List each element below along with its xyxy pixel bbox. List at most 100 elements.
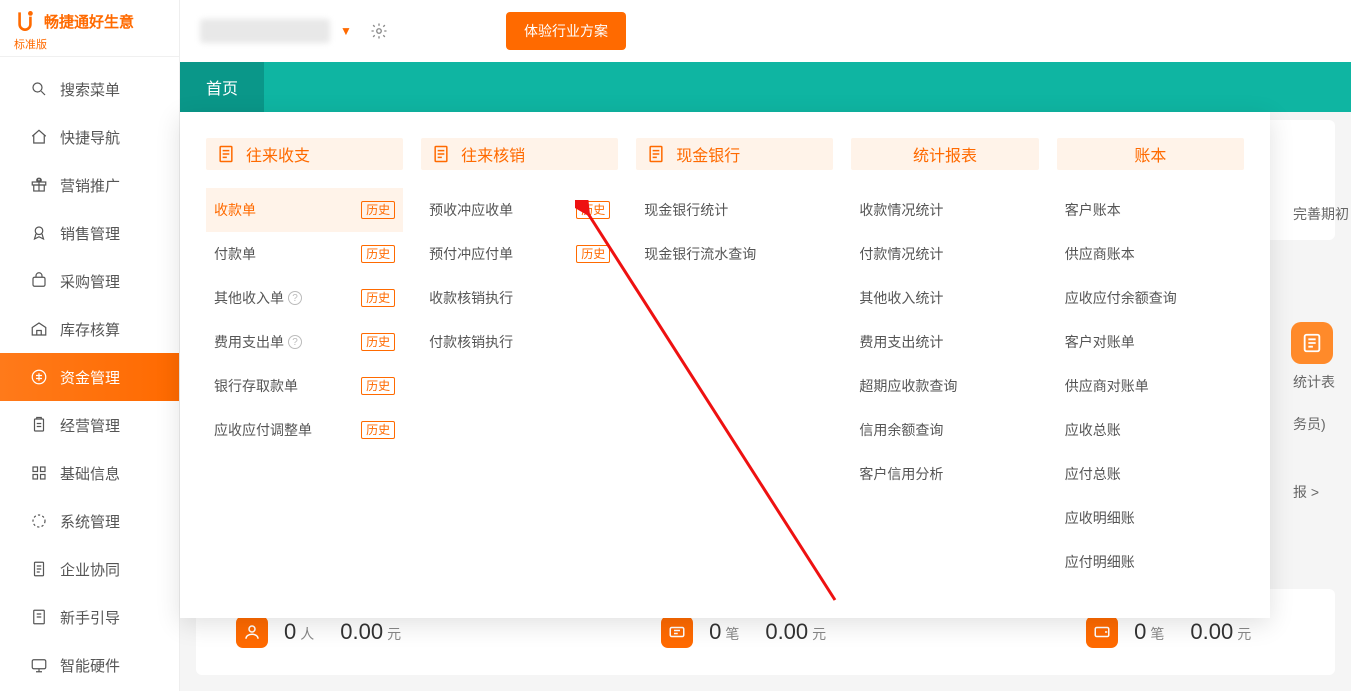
mega-item[interactable]: 现金银行流水查询 (636, 232, 833, 276)
tabbar: 首页 (180, 62, 1351, 112)
mega-item[interactable]: 其他收入统计 (851, 276, 1038, 320)
tab-home[interactable]: 首页 (180, 62, 264, 112)
mega-item-label: 应收明细账 (1065, 508, 1135, 528)
mega-item[interactable]: 供应商账本 (1057, 232, 1244, 276)
mega-item[interactable]: 银行存取款单历史 (206, 364, 403, 408)
sidebar-item-label: 企业协同 (60, 559, 120, 580)
sidebar-item-label: 资金管理 (60, 367, 120, 388)
mega-item[interactable]: 预收冲应收单历史 (421, 188, 618, 232)
sidebar: 畅捷通好生意 标准版 搜索菜单快捷导航营销推广销售管理采购管理库存核算资金管理经… (0, 0, 180, 691)
mega-item[interactable]: 费用支出统计 (851, 320, 1038, 364)
stat-icon (661, 616, 693, 648)
mega-item[interactable]: 收款情况统计 (851, 188, 1038, 232)
stat-unit: 元 (1237, 624, 1251, 644)
tab-home-label: 首页 (206, 75, 238, 99)
history-badge[interactable]: 历史 (361, 421, 395, 439)
history-badge[interactable]: 历史 (361, 333, 395, 351)
sidebar-item-3[interactable]: 销售管理 (0, 209, 179, 257)
sidebar-item-5[interactable]: 库存核算 (0, 305, 179, 353)
mega-item-label: 现金银行流水查询 (644, 244, 756, 264)
topbar: ▼ 体验行业方案 (180, 0, 1351, 62)
history-badge[interactable]: 历史 (361, 289, 395, 307)
content-area: 完善期初 统计表 务员) 报 > 往来收支收款单历史付款单历史其他收入单?历史费… (180, 112, 1351, 691)
sidebar-item-11[interactable]: 新手引导 (0, 593, 179, 641)
sidebar-item-4[interactable]: 采购管理 (0, 257, 179, 305)
sidebar-item-8[interactable]: 基础信息 (0, 449, 179, 497)
sidebar-item-label: 经营管理 (60, 415, 120, 436)
mega-item[interactable]: 超期应收款查询 (851, 364, 1038, 408)
mega-column-header: 往来核销 (421, 138, 618, 170)
sidebar-item-label: 库存核算 (60, 319, 120, 340)
mega-column-2: 现金银行现金银行统计现金银行流水查询 (636, 138, 833, 584)
sidebar-item-6[interactable]: 资金管理 (0, 353, 179, 401)
mega-item[interactable]: 付款核销执行 (421, 320, 618, 364)
main-area: ▼ 体验行业方案 首页 完善期初 统计表 务员) 报 > 往来收支收款单历史付款… (180, 0, 1351, 691)
stat-icon (236, 616, 268, 648)
sidebar-item-7[interactable]: 经营管理 (0, 401, 179, 449)
mega-item[interactable]: 客户信用分析 (851, 452, 1038, 496)
floating-action-icon[interactable] (1291, 322, 1333, 364)
mega-item[interactable]: 应收总账 (1057, 408, 1244, 452)
industry-plan-button[interactable]: 体验行业方案 (506, 12, 626, 50)
mega-column-header: 现金银行 (636, 138, 833, 170)
history-badge[interactable]: 历史 (576, 201, 610, 219)
sidebar-item-label: 搜索菜单 (60, 79, 120, 100)
mega-item[interactable]: 应收应付调整单 历史 (206, 408, 403, 452)
sidebar-item-10[interactable]: 企业协同 (0, 545, 179, 593)
mega-item-label: 超期应收款查询 (859, 376, 957, 396)
sidebar-item-label: 系统管理 (60, 511, 120, 532)
sidebar-item-1[interactable]: 快捷导航 (0, 113, 179, 161)
help-icon[interactable]: ? (288, 335, 302, 349)
mega-item[interactable]: 其他收入单?历史 (206, 276, 403, 320)
mega-item[interactable]: 信用余额查询 (851, 408, 1038, 452)
mega-item-label: 费用支出统计 (859, 332, 943, 352)
mega-item[interactable]: 应付明细账 (1057, 540, 1244, 584)
help-icon[interactable]: ? (288, 291, 302, 305)
sidebar-item-label: 营销推广 (60, 175, 120, 196)
hint-text: 务员) (1293, 414, 1349, 434)
right-hint-text: 完善期初 统计表 务员) 报 > (1293, 204, 1349, 524)
mega-item[interactable]: 付款情况统计 (851, 232, 1038, 276)
mega-item[interactable]: 付款单历史 (206, 232, 403, 276)
mega-item-label: 应收应付余额查询 (1065, 288, 1177, 308)
mega-item[interactable]: 应收应付余额查询 (1057, 276, 1244, 320)
mega-item[interactable]: 收款核销执行 (421, 276, 618, 320)
home-icon (30, 128, 48, 146)
hint-text: 统计表 (1293, 372, 1349, 392)
sidebar-item-12[interactable]: 智能硬件 (0, 641, 179, 689)
history-badge[interactable]: 历史 (361, 245, 395, 263)
sidebar-item-9[interactable]: 系统管理 (0, 497, 179, 545)
mega-item-label: 供应商对账单 (1065, 376, 1149, 396)
stat-unit: 人 (300, 624, 314, 644)
mega-item[interactable]: 客户对账单 (1057, 320, 1244, 364)
sidebar-item-0[interactable]: 搜索菜单 (0, 65, 179, 113)
history-badge[interactable]: 历史 (576, 245, 610, 263)
mega-item[interactable]: 收款单历史 (206, 188, 403, 232)
mega-item[interactable]: 应付总账 (1057, 452, 1244, 496)
mega-item[interactable]: 应收明细账 (1057, 496, 1244, 540)
gift-icon (30, 176, 48, 194)
mega-item[interactable]: 客户账本 (1057, 188, 1244, 232)
mega-item-label: 应收应付调整单 (214, 420, 312, 440)
mega-item[interactable]: 供应商对账单 (1057, 364, 1244, 408)
cart-icon (30, 272, 48, 290)
mega-column-1: 往来核销预收冲应收单历史预付冲应付单 历史收款核销执行付款核销执行 (421, 138, 618, 584)
org-selector[interactable]: ▼ (200, 19, 480, 43)
mega-item-label: 其他收入统计 (859, 288, 943, 308)
mega-menu-panel: 往来收支收款单历史付款单历史其他收入单?历史费用支出单?历史银行存取款单历史应收… (180, 112, 1270, 618)
stat-value: 0 (709, 619, 721, 645)
brand-edition: 标准版 (14, 36, 167, 52)
history-badge[interactable]: 历史 (361, 201, 395, 219)
mega-item[interactable]: 费用支出单?历史 (206, 320, 403, 364)
sidebar-item-2[interactable]: 营销推广 (0, 161, 179, 209)
mega-item[interactable]: 现金银行统计 (636, 188, 833, 232)
gear-icon[interactable] (370, 22, 388, 40)
hint-text[interactable]: 报 > (1293, 482, 1349, 502)
warehouse-icon (30, 320, 48, 338)
history-badge[interactable]: 历史 (361, 377, 395, 395)
mega-item-label: 客户对账单 (1065, 332, 1135, 352)
sidebar-item-label: 快捷导航 (60, 127, 120, 148)
stat-value: 0 (284, 619, 296, 645)
mega-item-label: 预付冲应付单 (429, 244, 513, 264)
mega-item[interactable]: 预付冲应付单 历史 (421, 232, 618, 276)
